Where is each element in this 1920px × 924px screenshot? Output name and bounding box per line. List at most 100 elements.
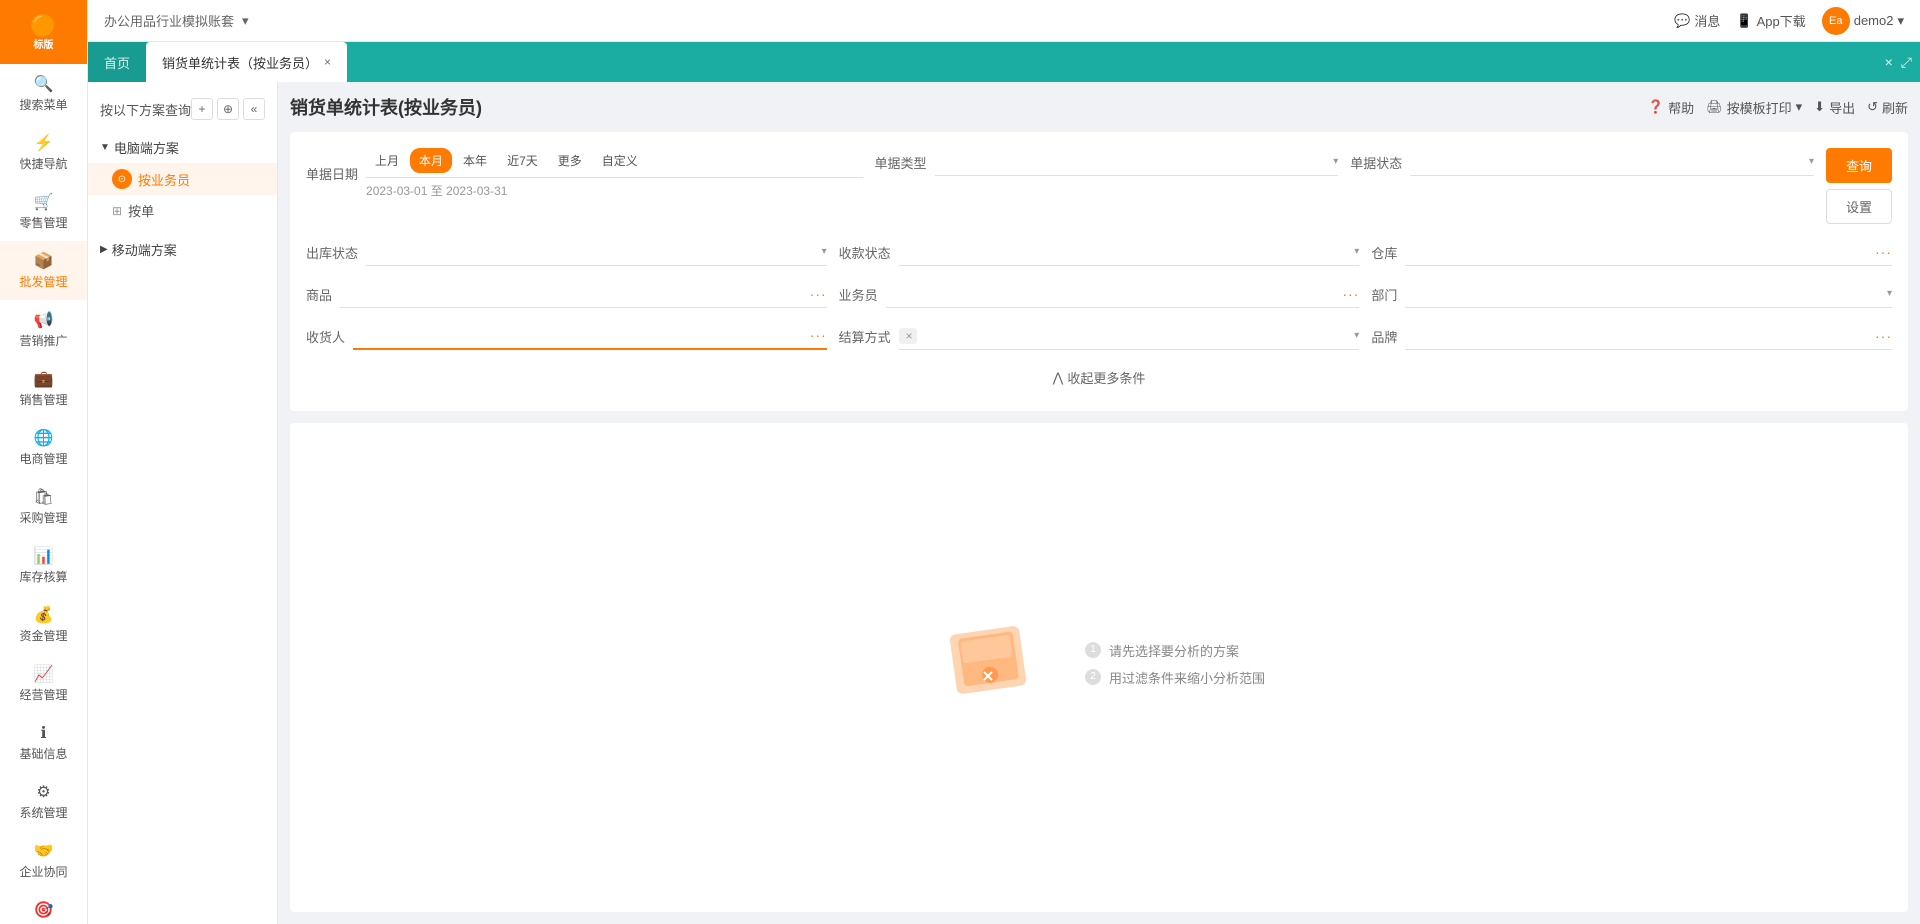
collapse-panel-button[interactable]: «: [243, 98, 265, 120]
sidebar-item-quick-nav[interactable]: ⚡ 快捷导航: [0, 123, 88, 182]
sidebar-item-finance[interactable]: 💰 资金管理: [0, 595, 88, 654]
action-buttons: 查询 设置: [1826, 148, 1892, 224]
panel-header-label: 按以下方案查询: [100, 100, 191, 119]
sidebar: 🟠 标版 🔍 搜索菜单 ⚡ 快捷导航 🛒 零售管理 📦 批发管理 📢 营销推广 …: [0, 0, 88, 924]
add-scheme-button[interactable]: +: [191, 98, 213, 120]
retail-icon: 🛒: [34, 192, 54, 212]
doc-status-label: 单据状态: [1350, 153, 1402, 172]
sidebar-item-ecommerce[interactable]: 🌐 电商管理: [0, 418, 88, 477]
doc-status-select[interactable]: ▾: [1410, 148, 1814, 176]
marketing-icon: 📢: [34, 310, 54, 330]
query-button[interactable]: 查询: [1826, 148, 1892, 183]
settings-button[interactable]: 设置: [1826, 189, 1892, 224]
tab-close-all-button[interactable]: ×: [1885, 54, 1893, 70]
dropdown-arrow[interactable]: ▾: [242, 13, 249, 29]
collapse-button[interactable]: ⋀ 收起更多条件: [1045, 360, 1154, 395]
print-button[interactable]: 🖨 按模板打印 ▾: [1706, 98, 1802, 117]
sidebar-item-basic[interactable]: ℹ 基础信息: [0, 713, 88, 772]
out-status-select[interactable]: ▾: [366, 238, 827, 266]
salesperson-select[interactable]: ···: [886, 280, 1360, 308]
sidebar-item-inventory[interactable]: 📊 库存核算: [0, 536, 88, 595]
export-button[interactable]: ⬇ 导出: [1814, 98, 1855, 117]
quick-nav-icon: ⚡: [34, 133, 54, 153]
sidebar-item-label: 企业协同: [19, 863, 67, 880]
recv-status-arrow: ▾: [1354, 246, 1359, 257]
basic-icon: ℹ: [40, 723, 46, 743]
settle-select[interactable]: × ▾: [899, 322, 1360, 350]
operation-icon: 📈: [34, 664, 54, 684]
date-more-btn[interactable]: 更多: [549, 148, 591, 173]
topbar: 办公用品行业模拟账套 ▾ 💬 消息 📱 App下载 Ea demo2 ▾: [88, 0, 1920, 42]
sidebar-item-enterprise[interactable]: 🤝 企业协同: [0, 831, 88, 890]
tree-arrow-down: ▼: [100, 142, 110, 153]
help-label: 帮助: [1668, 98, 1694, 117]
filter-card: 单据日期 上月 本月 本年 近7天 更多 自定义 2023-03-01 至 20…: [290, 132, 1908, 411]
empty-text: 1 请先选择要分析的方案 2 用过滤条件来缩小分析范围: [1085, 641, 1265, 695]
sidebar-item-sales[interactable]: 💼 销售管理: [0, 359, 88, 418]
settle-clear[interactable]: ×: [906, 329, 913, 343]
salesperson-dots[interactable]: ···: [1342, 286, 1359, 302]
tree-section: ▼ 电脑端方案 ⊙ 按业务员 ⊞ 按单: [88, 128, 277, 230]
header-title: 办公用品行业模拟账套: [104, 11, 234, 30]
sidebar-item-label: 快捷导航: [19, 155, 67, 172]
date-prev-month-btn[interactable]: 上月: [366, 148, 408, 173]
sidebar-item-purchase[interactable]: 🛍 采购管理: [0, 477, 88, 536]
date-custom-btn[interactable]: 自定义: [593, 148, 647, 173]
date-this-month-btn[interactable]: 本月: [410, 148, 452, 173]
settle-label: 结算方式: [839, 327, 891, 346]
sidebar-item-label: 资金管理: [19, 627, 67, 644]
brand-dots[interactable]: ···: [1875, 328, 1892, 344]
date-this-year-btn[interactable]: 本年: [454, 148, 496, 173]
salesperson-label: 业务员: [839, 285, 878, 304]
sidebar-item-label: 经营管理: [19, 686, 67, 703]
brand-select[interactable]: ···: [1405, 322, 1892, 350]
tree-mobile-parent[interactable]: ▶ 移动端方案: [88, 234, 277, 265]
sidebar-item-search[interactable]: 🔍 搜索菜单: [0, 64, 88, 123]
date-label: 单据日期: [306, 164, 358, 183]
sidebar-item-retail[interactable]: 🛒 零售管理: [0, 182, 88, 241]
sidebar-item-operation[interactable]: 📈 经营管理: [0, 654, 88, 713]
message-button[interactable]: 💬 消息: [1674, 11, 1720, 30]
sidebar-item-newbie[interactable]: 🎯 新手引导: [0, 890, 88, 924]
user-dropdown-arrow: ▾: [1897, 13, 1904, 29]
tab-close-button[interactable]: ×: [324, 55, 331, 69]
recv-status-select[interactable]: ▾: [899, 238, 1360, 266]
consignee-input[interactable]: ···: [353, 322, 827, 350]
collapse-label: 收起更多条件: [1067, 368, 1145, 387]
warehouse-select[interactable]: ···: [1405, 238, 1892, 266]
warehouse-dots[interactable]: ···: [1875, 244, 1892, 260]
settings-scheme-button[interactable]: ⊕: [217, 98, 239, 120]
export-icon: ⬇: [1814, 99, 1825, 115]
print-icon: 🖨: [1706, 99, 1723, 115]
tree-desktop-parent[interactable]: ▼ 电脑端方案: [88, 132, 277, 163]
tab-home[interactable]: 首页: [88, 42, 146, 82]
tree-child-by-order[interactable]: ⊞ 按单: [88, 195, 277, 226]
app-download-button[interactable]: 📱 App下载: [1736, 11, 1805, 30]
dept-select[interactable]: ▾: [1405, 280, 1892, 308]
product-select[interactable]: ···: [340, 280, 827, 308]
date-last7days-btn[interactable]: 近7天: [498, 148, 547, 173]
sidebar-item-label: 基础信息: [19, 745, 67, 762]
tree-child-by-salesperson[interactable]: ⊙ 按业务员: [88, 163, 277, 195]
help-icon: ❓: [1648, 99, 1664, 115]
main-area: 办公用品行业模拟账套 ▾ 💬 消息 📱 App下载 Ea demo2 ▾ 首: [88, 0, 1920, 924]
app-download-icon: 📱: [1736, 13, 1752, 29]
out-status-arrow: ▾: [822, 246, 827, 257]
sidebar-item-marketing[interactable]: 📢 营销推广: [0, 300, 88, 359]
tab-home-label: 首页: [104, 53, 130, 72]
sidebar-item-system[interactable]: ⚙ 系统管理: [0, 772, 88, 831]
help-button[interactable]: ❓ 帮助: [1648, 98, 1694, 117]
refresh-label: 刷新: [1882, 98, 1908, 117]
tab-sales-stats[interactable]: 销货单统计表（按业务员） ×: [146, 42, 347, 82]
sidebar-item-wholesale[interactable]: 📦 批发管理: [0, 241, 88, 300]
doc-type-arrow: ▾: [1333, 156, 1338, 167]
user-menu[interactable]: Ea demo2 ▾: [1822, 7, 1904, 35]
print-label: 按模板打印: [1727, 98, 1792, 117]
purchase-icon: 🛍: [33, 487, 53, 507]
doc-type-select[interactable]: ▾: [935, 148, 1339, 176]
consignee-dots[interactable]: ···: [810, 327, 827, 343]
tab-expand-button[interactable]: ⤢: [1901, 54, 1912, 71]
product-dots[interactable]: ···: [810, 286, 827, 302]
doc-status-arrow: ▾: [1809, 156, 1814, 167]
refresh-button[interactable]: ↺ 刷新: [1867, 98, 1908, 117]
